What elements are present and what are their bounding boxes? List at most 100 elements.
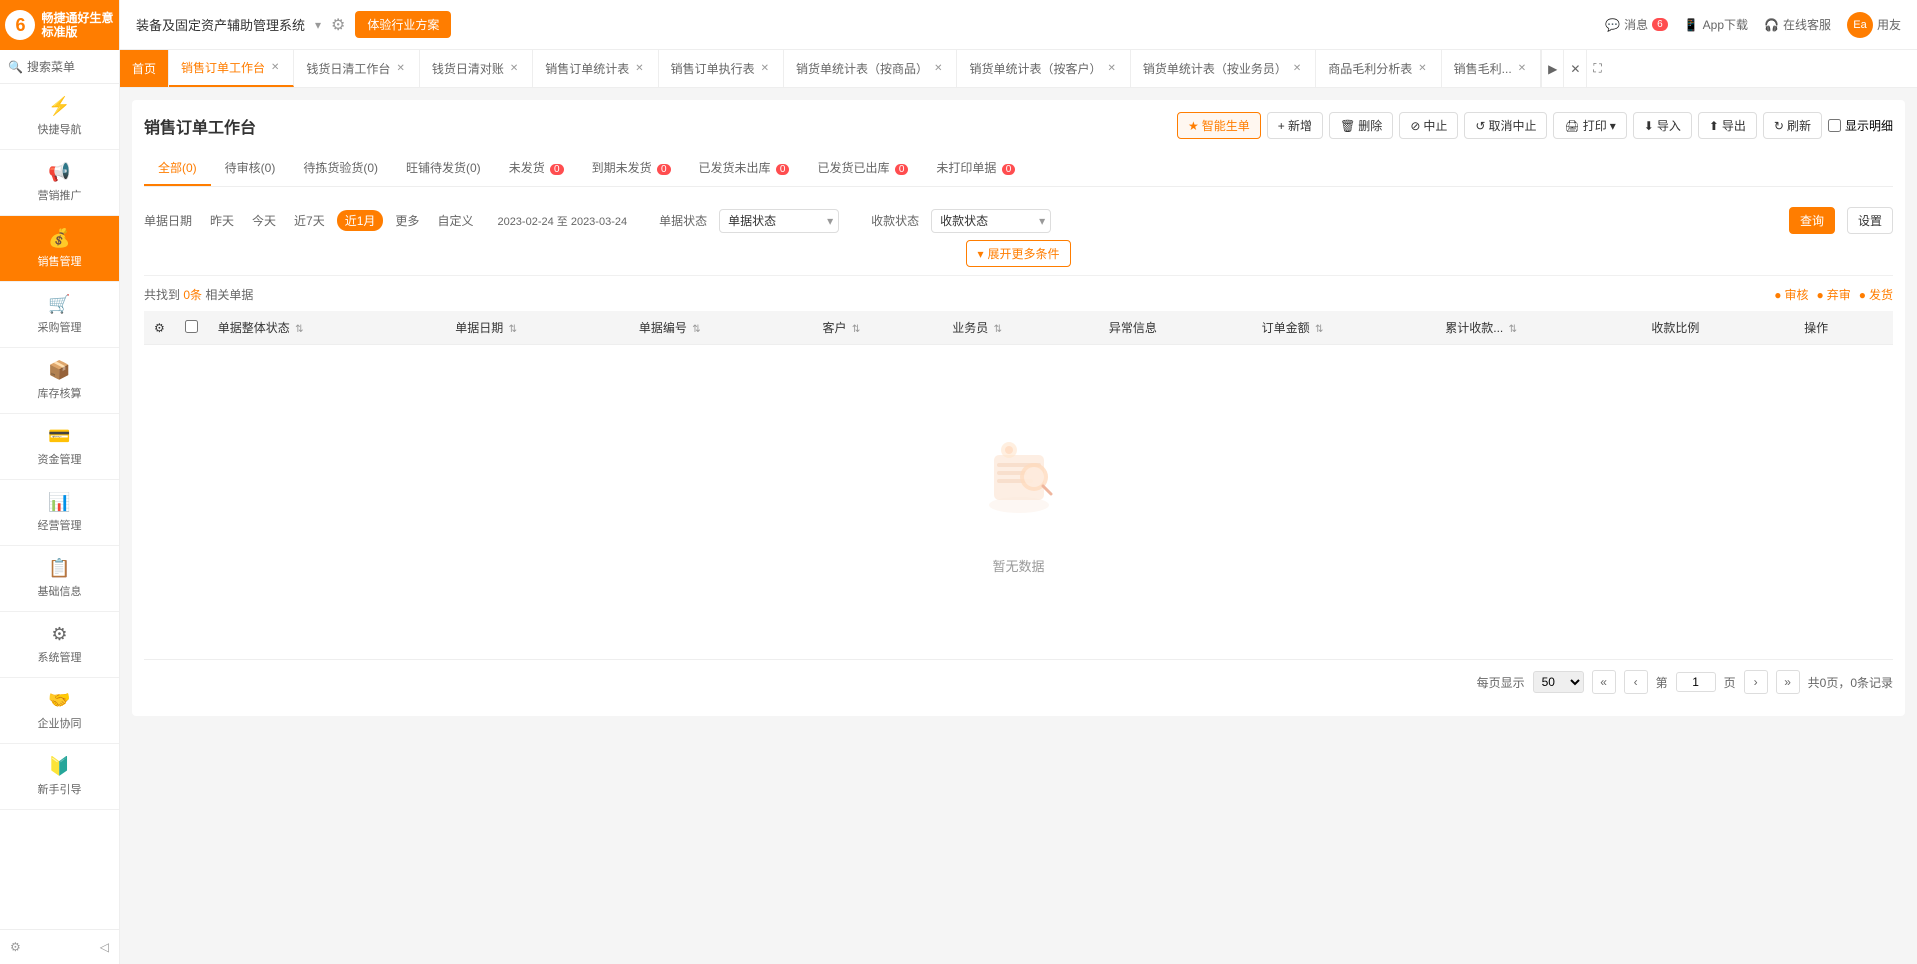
tab-sales-stats-staff[interactable]: 销货单统计表（按业务员） ✕ bbox=[1131, 50, 1316, 87]
tab-close-sales-order-execute[interactable]: ✕ bbox=[759, 61, 771, 76]
sidebar-collapse-icon[interactable]: ◁ bbox=[100, 940, 109, 954]
status-select[interactable]: 单据状态 bbox=[719, 209, 839, 233]
col-salesperson-sort[interactable]: ⇅ bbox=[994, 324, 1002, 335]
query-btn[interactable]: 查询 bbox=[1789, 207, 1835, 234]
tab-close-product-margin[interactable]: ✕ bbox=[1416, 61, 1428, 76]
sidebar-item-cooperation[interactable]: 🤝 企业协同 bbox=[0, 678, 119, 744]
cancel-suspend-btn[interactable]: ↺ 取消中止 bbox=[1464, 112, 1547, 139]
trial-btn[interactable]: 体验行业方案 bbox=[355, 11, 451, 38]
batch-review-btn[interactable]: ● 审核 bbox=[1774, 286, 1808, 303]
filter-settings-btn[interactable]: 设置 bbox=[1847, 207, 1893, 234]
page-input[interactable] bbox=[1676, 672, 1716, 692]
export-btn[interactable]: ⬆ 导出 bbox=[1698, 112, 1757, 139]
tab-sales-more[interactable]: 销售毛利... ✕ bbox=[1442, 50, 1541, 87]
tab-cash-reconcile[interactable]: 钱货日清对账 ✕ bbox=[420, 50, 533, 87]
col-exception-label: 异常信息 bbox=[1109, 321, 1157, 335]
tab-cash-daily[interactable]: 钱货日清工作台 ✕ bbox=[294, 50, 419, 87]
tab-home[interactable]: 首页 bbox=[120, 50, 169, 87]
show-detail-checkbox-wrapper[interactable]: 显示明细 bbox=[1828, 117, 1893, 134]
sidebar-item-basic[interactable]: 📋 基础信息 bbox=[0, 546, 119, 612]
tab-sales-order-stats[interactable]: 销售订单统计表 ✕ bbox=[533, 50, 658, 87]
show-detail-checkbox[interactable] bbox=[1828, 119, 1841, 132]
sub-tab-shipped-not-out[interactable]: 已发货未出库 0 bbox=[685, 151, 804, 186]
tab-close-sales-stats-product[interactable]: ✕ bbox=[932, 61, 944, 76]
user-item[interactable]: Ea 用友 bbox=[1847, 12, 1901, 38]
page-header: 销售订单工作台 ★ 智能生单 + 新增 🗑 删除 ⊘ 中止 bbox=[144, 112, 1893, 139]
col-checkbox[interactable] bbox=[175, 311, 208, 345]
col-amount-sort[interactable]: ⇅ bbox=[1315, 324, 1323, 335]
online-service-item[interactable]: 🎧 在线客服 bbox=[1764, 16, 1831, 33]
tab-product-margin[interactable]: 商品毛利分析表 ✕ bbox=[1316, 50, 1441, 87]
tab-close-sales-order-workbench[interactable]: ✕ bbox=[269, 60, 281, 75]
col-status-sort[interactable]: ⇅ bbox=[295, 324, 303, 335]
sub-tab-not-printed[interactable]: 未打印单据 0 bbox=[922, 151, 1029, 186]
import-btn[interactable]: ⬇ 导入 bbox=[1633, 112, 1692, 139]
col-customer-sort[interactable]: ⇅ bbox=[852, 324, 860, 335]
message-item[interactable]: 💬 消息 6 bbox=[1605, 16, 1668, 33]
sidebar-item-quick-nav[interactable]: ⚡ 快捷导航 bbox=[0, 84, 119, 150]
col-date-sort[interactable]: ⇅ bbox=[509, 324, 517, 335]
new-btn[interactable]: + 新增 bbox=[1267, 112, 1323, 139]
tab-sales-stats-product[interactable]: 销货单统计表（按商品） ✕ bbox=[784, 50, 957, 87]
sub-tab-pending-inspect[interactable]: 待拣货验货(0) bbox=[289, 151, 392, 186]
tab-close-cash-reconcile[interactable]: ✕ bbox=[508, 61, 520, 76]
tab-close-sales-more[interactable]: ✕ bbox=[1516, 61, 1528, 76]
sub-tab-wangpu-pending[interactable]: 旺铺待发货(0) bbox=[392, 151, 495, 186]
sidebar-item-purchase[interactable]: 🛒 采购管理 bbox=[0, 282, 119, 348]
sub-tab-shipped-not-out-badge: 0 bbox=[776, 164, 790, 175]
date-opt-7days[interactable]: 近7天 bbox=[288, 210, 331, 231]
sidebar-item-finance[interactable]: 💳 资金管理 bbox=[0, 414, 119, 480]
payment-select[interactable]: 收款状态 bbox=[931, 209, 1051, 233]
date-opt-custom[interactable]: 自定义 bbox=[431, 210, 479, 231]
settings-icon[interactable]: ⚙ bbox=[331, 15, 345, 35]
date-opt-today[interactable]: 今天 bbox=[246, 210, 282, 231]
sidebar-item-sales[interactable]: 💰 销售管理 bbox=[0, 216, 119, 282]
col-number-sort[interactable]: ⇅ bbox=[692, 324, 700, 335]
tab-nav-maximize[interactable]: ⛶ bbox=[1586, 50, 1607, 87]
online-service-label: 在线客服 bbox=[1783, 16, 1831, 33]
tab-sales-stats-customer[interactable]: 销货单统计表（按客户） ✕ bbox=[957, 50, 1130, 87]
tab-close-sales-stats-staff[interactable]: ✕ bbox=[1291, 61, 1303, 76]
tab-close-cash-daily[interactable]: ✕ bbox=[394, 61, 406, 76]
page-prev-btn[interactable]: ‹ bbox=[1624, 670, 1648, 694]
sidebar-item-marketing[interactable]: 📢 营销推广 bbox=[0, 150, 119, 216]
tab-close-sales-order-stats[interactable]: ✕ bbox=[633, 61, 645, 76]
col-received-sort[interactable]: ⇅ bbox=[1509, 324, 1517, 335]
sub-tab-pending-review[interactable]: 待审核(0) bbox=[211, 151, 290, 186]
suspend-btn[interactable]: ⊘ 中止 bbox=[1399, 112, 1458, 139]
sidebar-item-inventory[interactable]: 📦 库存核算 bbox=[0, 348, 119, 414]
date-opt-yesterday[interactable]: 昨天 bbox=[204, 210, 240, 231]
tab-close-sales-stats-customer[interactable]: ✕ bbox=[1105, 61, 1117, 76]
date-opt-1month[interactable]: 近1月 bbox=[337, 210, 384, 231]
sub-tab-overdue-not-shipped[interactable]: 到期未发货 0 bbox=[578, 151, 685, 186]
sidebar-item-system[interactable]: ⚙ 系统管理 bbox=[0, 612, 119, 678]
sidebar-item-operation[interactable]: 📊 经营管理 bbox=[0, 480, 119, 546]
app-download-item[interactable]: 📱 App下载 bbox=[1684, 16, 1748, 33]
system-title-dropdown-icon[interactable]: ▾ bbox=[315, 18, 321, 32]
batch-unreviewed-btn[interactable]: ● 弃审 bbox=[1816, 286, 1850, 303]
page-next-btn[interactable]: › bbox=[1744, 670, 1768, 694]
sub-tab-not-printed-badge: 0 bbox=[1002, 164, 1016, 175]
sidebar-settings-icon[interactable]: ⚙ bbox=[10, 940, 21, 954]
sub-tab-not-shipped[interactable]: 未发货 0 bbox=[495, 151, 578, 186]
sub-tab-all[interactable]: 全部(0) bbox=[144, 151, 211, 186]
page-last-btn[interactable]: » bbox=[1776, 670, 1800, 694]
col-settings[interactable]: ⚙ bbox=[144, 311, 175, 345]
refresh-btn[interactable]: ↻ 刷新 bbox=[1763, 112, 1822, 139]
smart-generate-btn[interactable]: ★ 智能生单 bbox=[1177, 112, 1261, 139]
page-first-btn[interactable]: « bbox=[1592, 670, 1616, 694]
tab-sales-order-execute[interactable]: 销售订单执行表 ✕ bbox=[659, 50, 784, 87]
tab-sales-order-workbench[interactable]: 销售订单工作台 ✕ bbox=[169, 50, 294, 87]
per-page-select[interactable]: 50 10 20 100 bbox=[1533, 671, 1584, 693]
search-menu-item[interactable]: 🔍 搜索菜单 bbox=[0, 50, 119, 84]
date-opt-more[interactable]: 更多 bbox=[389, 210, 425, 231]
sidebar-item-guide[interactable]: 🔰 新手引导 bbox=[0, 744, 119, 810]
tab-nav-more[interactable]: ▶ bbox=[1541, 50, 1563, 87]
select-all-checkbox[interactable] bbox=[185, 320, 198, 333]
batch-ship-btn[interactable]: ● 发货 bbox=[1859, 286, 1893, 303]
print-btn[interactable]: 🖨 打印 ▾ bbox=[1553, 112, 1626, 139]
tab-nav-close-all[interactable]: ✕ bbox=[1563, 50, 1586, 87]
expand-more-btn[interactable]: ▾ 展开更多条件 bbox=[966, 240, 1070, 267]
delete-btn[interactable]: 🗑 删除 bbox=[1329, 112, 1393, 139]
sub-tab-shipped-out[interactable]: 已发货已出库 0 bbox=[803, 151, 922, 186]
